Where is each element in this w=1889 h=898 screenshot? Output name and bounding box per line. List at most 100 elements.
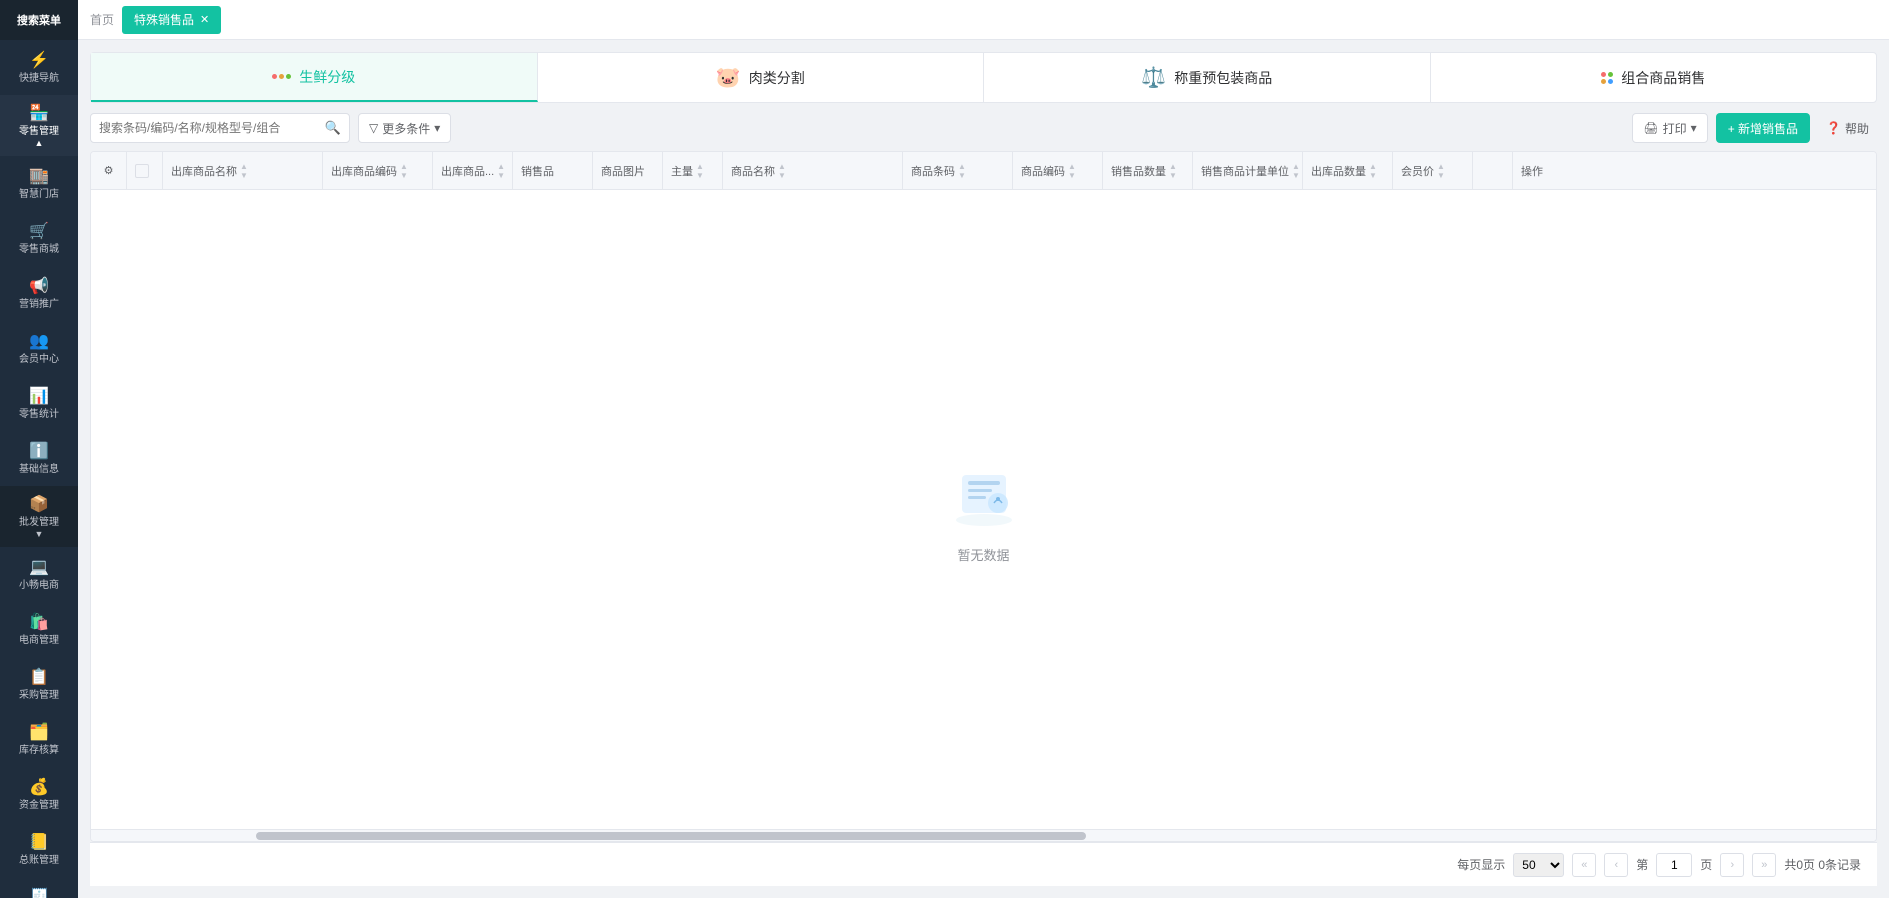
sidebar-item-invoice[interactable]: 🧾 发票管理 bbox=[0, 877, 78, 898]
sort-outlet-code[interactable]: ▲▼ bbox=[400, 162, 408, 180]
next-page-button[interactable]: › bbox=[1720, 853, 1744, 877]
print-button[interactable]: 🖨 打印 ▾ bbox=[1632, 113, 1707, 143]
filter-label: 更多条件 bbox=[382, 120, 430, 137]
tab-weigh-pack[interactable]: ⚖️ 称重预包装商品 bbox=[984, 53, 1431, 102]
th-outlet-spec: 出库商品... ▲▼ bbox=[433, 152, 513, 189]
general-ledger-icon: 📒 bbox=[29, 832, 49, 852]
sidebar-item-member-center[interactable]: 👥 会员中心 bbox=[0, 321, 78, 376]
page-number-input[interactable] bbox=[1656, 853, 1692, 877]
finance-icon: 💰 bbox=[29, 777, 49, 797]
last-page-button[interactable]: » bbox=[1752, 853, 1776, 877]
sidebar-item-label-retail: 零售管理 bbox=[19, 126, 59, 138]
sort-sales-unit[interactable]: ▲▼ bbox=[1292, 162, 1300, 180]
purchase-icon: 📋 bbox=[29, 667, 49, 687]
sidebar-item-purchase[interactable]: 📋 采购管理 bbox=[0, 657, 78, 712]
search-icon[interactable]: 🔍 bbox=[325, 120, 341, 136]
per-page-select[interactable]: 50 10 20 100 bbox=[1513, 853, 1564, 877]
sort-outlet-spec[interactable]: ▲▼ bbox=[497, 162, 505, 180]
sidebar-item-label-small-store: 小畅电商 bbox=[19, 580, 59, 592]
sidebar-item-label-sales-promo: 营销推广 bbox=[19, 299, 59, 311]
sort-main-weight[interactable]: ▲▼ bbox=[696, 162, 704, 180]
scrollbar-thumb[interactable] bbox=[256, 832, 1086, 840]
sidebar-item-general-ledger[interactable]: 📒 总账管理 bbox=[0, 822, 78, 877]
sidebar-item-quick-nav[interactable]: ⚡ 快捷导航 bbox=[0, 40, 78, 95]
active-tab[interactable]: 特殊销售品 ✕ bbox=[122, 6, 221, 34]
meat-cut-label: 肉类分割 bbox=[749, 68, 805, 88]
ecommerce-icon: 🛍️ bbox=[29, 612, 49, 632]
topbar: 首页 特殊销售品 ✕ bbox=[78, 0, 1889, 40]
sidebar-item-retail-stats[interactable]: 📊 零售统计 bbox=[0, 376, 78, 431]
sort-barcode[interactable]: ▲▼ bbox=[958, 162, 966, 180]
th-member-price: 会员价 ▲▼ bbox=[1393, 152, 1473, 189]
sidebar-item-wholesale-mgmt[interactable]: 📦 批发管理 ▼ bbox=[0, 486, 78, 547]
sidebar-item-small-store[interactable]: 💻 小畅电商 bbox=[0, 547, 78, 602]
th-sales-qty: 销售品数量 ▲▼ bbox=[1103, 152, 1193, 189]
sidebar-item-finance[interactable]: 💰 资金管理 bbox=[0, 767, 78, 822]
sidebar-item-retail-mgmt[interactable]: 🏪 零售管理 ▲ bbox=[0, 95, 78, 156]
filter-button[interactable]: ▽ 更多条件 ▾ bbox=[358, 113, 451, 143]
th-outlet-qty-label: 出库品数量 bbox=[1311, 163, 1366, 179]
weigh-pack-label: 称重预包装商品 bbox=[1174, 68, 1272, 88]
sidebar-item-label-wholesale: 批发管理 bbox=[19, 517, 59, 529]
sort-sales-qty[interactable]: ▲▼ bbox=[1169, 162, 1177, 180]
sidebar-item-smart-store[interactable]: 🏬 智慧门店 bbox=[0, 156, 78, 211]
help-icon: ❓ bbox=[1826, 121, 1841, 135]
table-header: ⚙ 出库商品名称 ▲▼ 出库商品编码 ▲▼ bbox=[91, 152, 1876, 190]
meat-cut-icon: 🐷 bbox=[716, 65, 741, 90]
column-settings-icon[interactable]: ⚙ bbox=[104, 164, 114, 177]
th-outlet-code: 出库商品编码 ▲▼ bbox=[323, 152, 433, 189]
table-body: 暂无数据 bbox=[91, 190, 1876, 829]
invoice-icon: 🧾 bbox=[29, 887, 49, 898]
sort-outlet-qty[interactable]: ▲▼ bbox=[1369, 162, 1377, 180]
prev-page-button[interactable]: ‹ bbox=[1604, 853, 1628, 877]
tab-combo-sales[interactable]: 组合商品销售 bbox=[1431, 53, 1877, 102]
add-label: + 新增销售品 bbox=[1728, 120, 1798, 137]
th-checkbox[interactable] bbox=[127, 152, 163, 189]
basic-info-icon: ℹ️ bbox=[29, 441, 49, 461]
first-page-button[interactable]: « bbox=[1572, 853, 1596, 877]
tab-meat-cut[interactable]: 🐷 肉类分割 bbox=[538, 53, 985, 102]
horizontal-scrollbar[interactable] bbox=[91, 829, 1876, 841]
sidebar-item-basic-info[interactable]: ℹ️ 基础信息 bbox=[0, 431, 78, 486]
retail-mall-icon: 🛒 bbox=[29, 221, 49, 241]
tab-fresh-grade[interactable]: 生鲜分级 bbox=[91, 53, 538, 102]
retail-mgmt-icon: 🏪 bbox=[29, 103, 49, 123]
page-suffix: 页 bbox=[1700, 856, 1712, 873]
filter-arrow-icon: ▾ bbox=[434, 121, 440, 135]
th-gear[interactable]: ⚙ bbox=[91, 152, 127, 189]
total-info: 共0页 0条记录 bbox=[1784, 856, 1861, 873]
sidebar-logo[interactable]: 搜索菜单 bbox=[0, 0, 78, 40]
add-product-button[interactable]: + 新增销售品 bbox=[1716, 113, 1810, 143]
sales-promo-icon: 📢 bbox=[29, 276, 49, 296]
sort-product-name[interactable]: ▲▼ bbox=[778, 162, 786, 180]
sidebar-item-retail-mall[interactable]: 🛒 零售商城 bbox=[0, 211, 78, 266]
smart-store-icon: 🏬 bbox=[29, 166, 49, 186]
th-sales-item: 销售品 bbox=[513, 152, 593, 189]
th-sales-item-label: 销售品 bbox=[521, 163, 554, 179]
breadcrumb: 首页 bbox=[90, 11, 114, 28]
help-button[interactable]: ❓ 帮助 bbox=[1818, 113, 1877, 143]
search-input[interactable] bbox=[99, 121, 325, 135]
sidebar-item-ecommerce[interactable]: 🛍️ 电商管理 bbox=[0, 602, 78, 657]
empty-state: 暂无数据 bbox=[944, 455, 1024, 564]
sidebar-item-label-member: 会员中心 bbox=[19, 354, 59, 366]
th-sales-unit-label: 销售商品计量单位 bbox=[1201, 163, 1289, 179]
first-page-icon: « bbox=[1581, 859, 1587, 871]
member-center-icon: 👥 bbox=[29, 331, 49, 351]
data-table: ⚙ 出库商品名称 ▲▼ 出库商品编码 ▲▼ bbox=[90, 151, 1877, 842]
sort-outlet-name[interactable]: ▲▼ bbox=[240, 162, 248, 180]
select-all-checkbox[interactable] bbox=[135, 164, 149, 178]
sidebar-item-inventory[interactable]: 🗂️ 库存核算 bbox=[0, 712, 78, 767]
sidebar-item-label-smart-store: 智慧门店 bbox=[19, 189, 59, 201]
inventory-icon: 🗂️ bbox=[29, 722, 49, 742]
sort-member-price[interactable]: ▲▼ bbox=[1437, 162, 1445, 180]
sidebar-item-label-basic-info: 基础信息 bbox=[19, 464, 59, 476]
search-box[interactable]: 🔍 bbox=[90, 113, 350, 143]
close-tab-icon[interactable]: ✕ bbox=[200, 13, 209, 26]
th-sales-qty-label: 销售品数量 bbox=[1111, 163, 1166, 179]
combo-label: 组合商品销售 bbox=[1621, 68, 1705, 88]
th-main-weight: 主量 ▲▼ bbox=[663, 152, 723, 189]
sort-product-code[interactable]: ▲▼ bbox=[1068, 162, 1076, 180]
sidebar-item-sales-promo[interactable]: 📢 营销推广 bbox=[0, 266, 78, 321]
th-member-price-label: 会员价 bbox=[1401, 163, 1434, 179]
